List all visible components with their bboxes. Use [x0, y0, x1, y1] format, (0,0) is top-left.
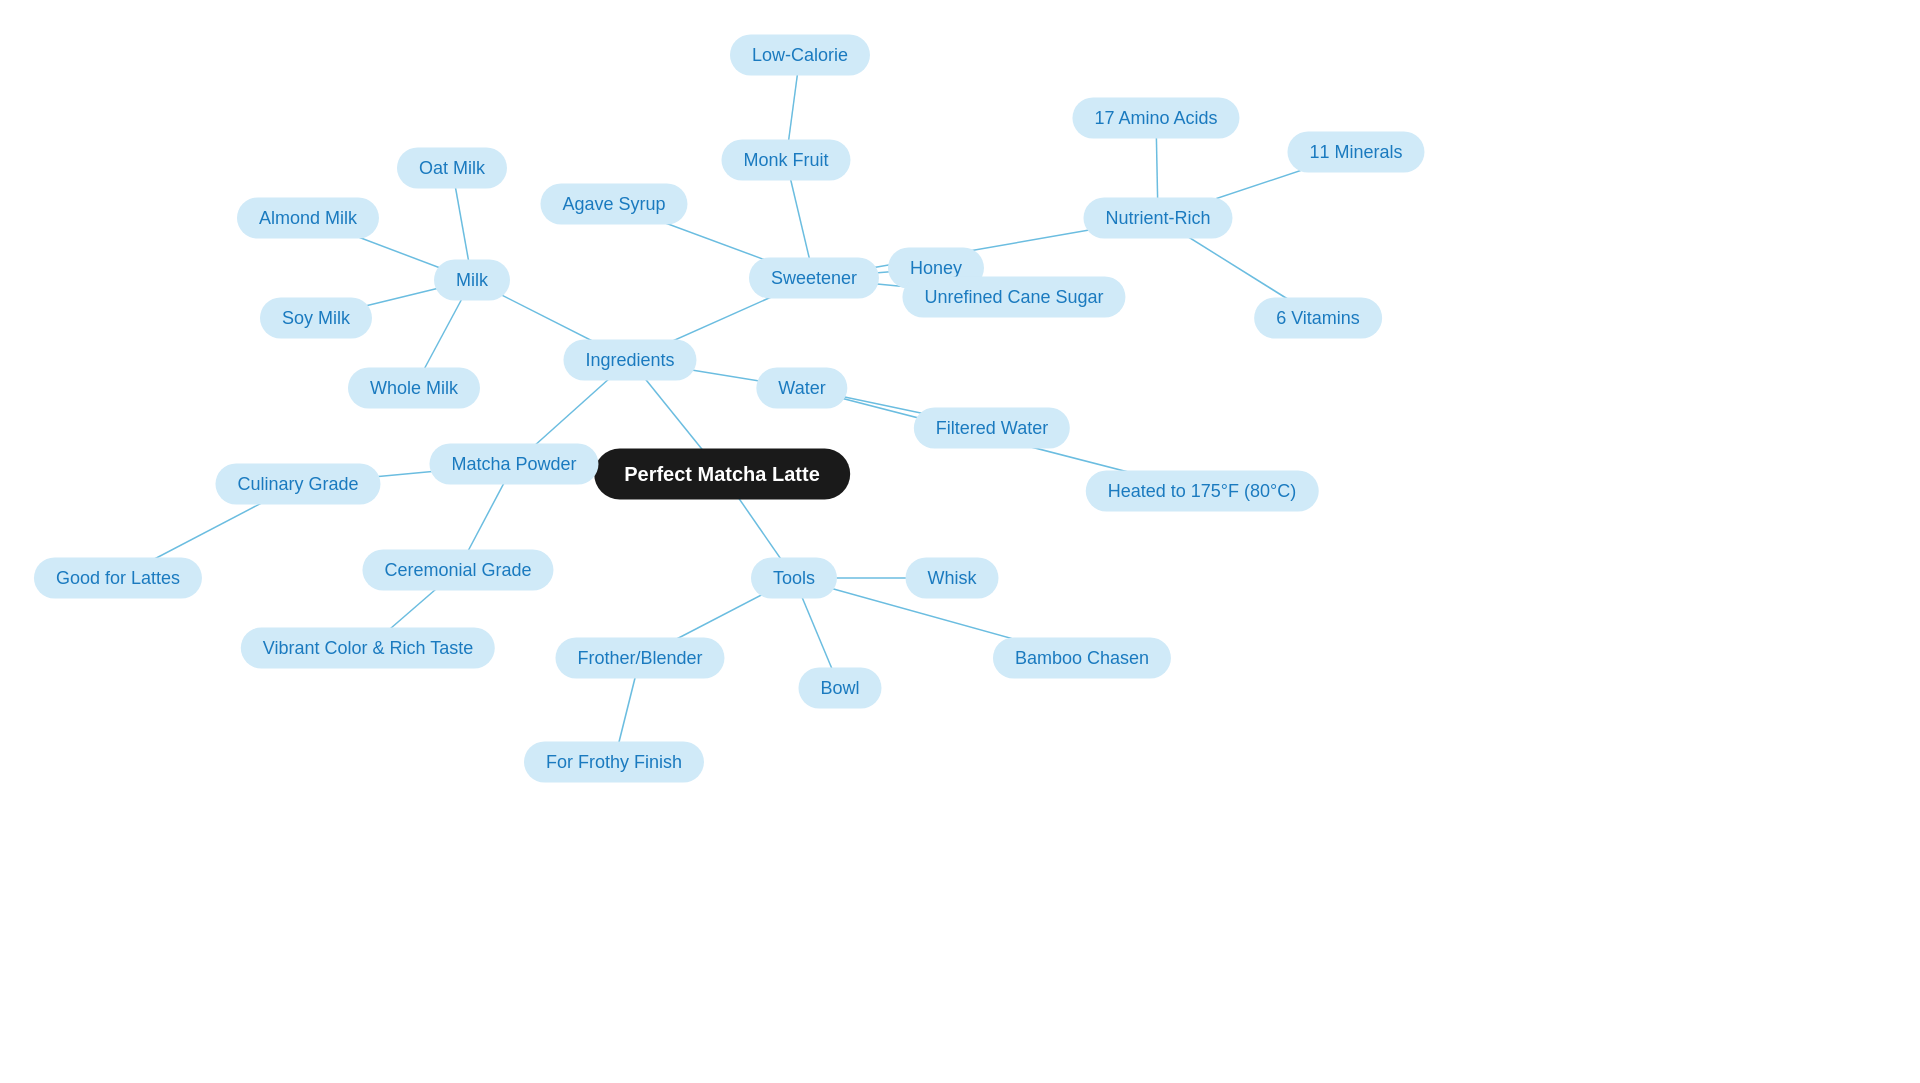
node-water[interactable]: Water — [756, 368, 847, 409]
node-almond-milk[interactable]: Almond Milk — [237, 198, 379, 239]
node-whisk[interactable]: Whisk — [906, 558, 999, 599]
node-sweetener[interactable]: Sweetener — [749, 258, 879, 299]
node-agave-syrup[interactable]: Agave Syrup — [540, 184, 687, 225]
node-filtered-water[interactable]: Filtered Water — [914, 408, 1070, 449]
node-low-calorie[interactable]: Low-Calorie — [730, 35, 870, 76]
node-bowl[interactable]: Bowl — [798, 668, 881, 709]
node-soy-milk[interactable]: Soy Milk — [260, 298, 372, 339]
mind-map-canvas: Perfect Matcha Latte Ingredients Milk Almon… — [0, 0, 1920, 1083]
node-ingredients[interactable]: Ingredients — [563, 340, 696, 381]
node-heated-water[interactable]: Heated to 175°F (80°C) — [1086, 471, 1319, 512]
center-node: Perfect Matcha Latte — [594, 449, 850, 500]
node-milk[interactable]: Milk — [434, 260, 510, 301]
node-vibrant-color[interactable]: Vibrant Color & Rich Taste — [241, 628, 495, 669]
node-culinary-grade[interactable]: Culinary Grade — [215, 464, 380, 505]
node-unrefined-cane-sugar[interactable]: Unrefined Cane Sugar — [902, 277, 1125, 318]
node-nutrient-rich[interactable]: Nutrient-Rich — [1083, 198, 1232, 239]
node-ceremonial-grade[interactable]: Ceremonial Grade — [362, 550, 553, 591]
node-matcha-powder[interactable]: Matcha Powder — [429, 444, 598, 485]
node-11-minerals[interactable]: 11 Minerals — [1287, 132, 1424, 173]
node-for-frothy[interactable]: For Frothy Finish — [524, 742, 704, 783]
node-bamboo-chasen[interactable]: Bamboo Chasen — [993, 638, 1171, 679]
node-17-amino[interactable]: 17 Amino Acids — [1072, 98, 1239, 139]
node-oat-milk[interactable]: Oat Milk — [397, 148, 507, 189]
node-whole-milk[interactable]: Whole Milk — [348, 368, 480, 409]
node-6-vitamins[interactable]: 6 Vitamins — [1254, 298, 1382, 339]
node-frother-blender[interactable]: Frother/Blender — [555, 638, 724, 679]
node-monk-fruit[interactable]: Monk Fruit — [721, 140, 850, 181]
node-good-for-lattes[interactable]: Good for Lattes — [34, 558, 202, 599]
node-tools[interactable]: Tools — [751, 558, 837, 599]
